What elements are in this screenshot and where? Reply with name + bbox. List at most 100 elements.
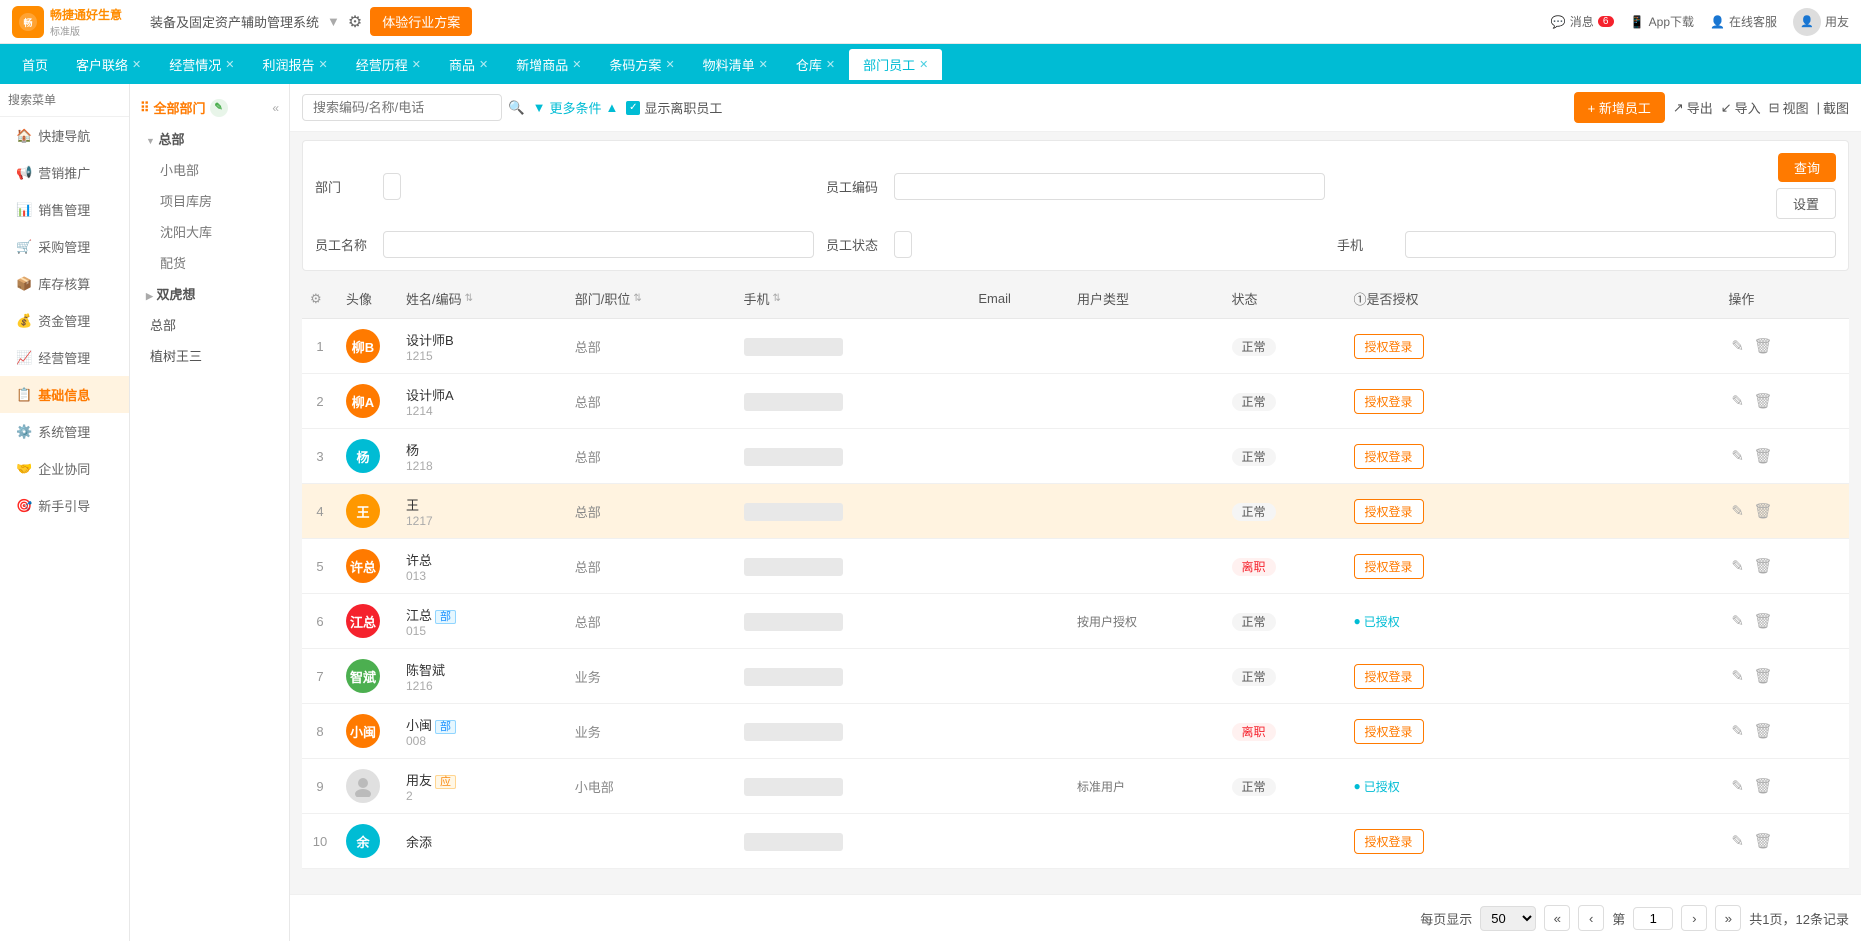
close-icon[interactable]: ✕ bbox=[665, 58, 674, 71]
settings-icon[interactable]: ⚙ bbox=[348, 12, 362, 32]
tab-operation[interactable]: 经营情况 ✕ bbox=[155, 49, 248, 80]
sidebar-item-purchase[interactable]: 🛒 采购管理 bbox=[0, 228, 129, 265]
close-icon[interactable]: ✕ bbox=[572, 58, 581, 71]
dept-group-shuanghuxiang[interactable]: 双虎想 bbox=[130, 278, 289, 309]
next-page-button[interactable]: › bbox=[1681, 905, 1707, 931]
dept-item-xiangmukufang[interactable]: 项目库房 bbox=[130, 185, 289, 216]
delete-icon[interactable]: 🗑 bbox=[1754, 668, 1773, 685]
delete-icon[interactable]: 🗑 bbox=[1754, 778, 1773, 795]
dropdown-icon[interactable]: ▼ bbox=[327, 14, 340, 29]
auth-button[interactable]: 授权登录 bbox=[1354, 664, 1424, 689]
dept-edit-icon[interactable]: ✎ bbox=[210, 99, 228, 117]
close-icon[interactable]: ✕ bbox=[412, 58, 421, 71]
sidebar-item-guide[interactable]: 🎯 新手引导 bbox=[0, 487, 129, 524]
online-service-button[interactable]: 👤 在线客服 bbox=[1710, 13, 1777, 30]
delete-icon[interactable]: 🗑 bbox=[1754, 393, 1773, 410]
tab-barcode[interactable]: 条码方案 ✕ bbox=[595, 49, 688, 80]
dept-filter-select[interactable] bbox=[383, 173, 401, 200]
settings-gear-icon[interactable]: ⚙ bbox=[310, 291, 322, 306]
emp-status-select[interactable] bbox=[894, 231, 912, 258]
delete-icon[interactable]: 🗑 bbox=[1754, 448, 1773, 465]
search-button[interactable]: 🔍 bbox=[508, 100, 525, 116]
dept-group-zongbu[interactable]: 总部 bbox=[130, 123, 289, 154]
sidebar-item-nav[interactable]: 🏠 快捷导航 bbox=[0, 117, 129, 154]
tab-customer[interactable]: 客户联络 ✕ bbox=[62, 49, 155, 80]
close-icon[interactable]: ✕ bbox=[132, 58, 141, 71]
dept-item-xiaodibu[interactable]: 小电部 bbox=[130, 154, 289, 185]
tab-home[interactable]: 首页 bbox=[8, 49, 62, 80]
set-button[interactable]: 设置 bbox=[1776, 188, 1836, 219]
delete-icon[interactable]: 🗑 bbox=[1754, 613, 1773, 630]
phone-sort-icon[interactable]: ⇅ bbox=[773, 293, 781, 304]
tab-profit[interactable]: 利润报告 ✕ bbox=[248, 49, 341, 80]
tab-warehouse[interactable]: 仓库 ✕ bbox=[782, 49, 849, 80]
sidebar-item-inventory[interactable]: 📦 库存核算 bbox=[0, 265, 129, 302]
sidebar-search-input[interactable] bbox=[8, 93, 130, 107]
sidebar-item-sales[interactable]: 📊 销售管理 bbox=[0, 191, 129, 228]
sidebar-item-marketing[interactable]: 📢 营销推广 bbox=[0, 154, 129, 191]
edit-icon[interactable]: ✎ bbox=[1731, 558, 1744, 575]
show-resigned-checkbox[interactable]: ✓ 显示离职员工 bbox=[626, 98, 722, 117]
sidebar-item-finance[interactable]: 💰 资金管理 bbox=[0, 302, 129, 339]
edit-icon[interactable]: ✎ bbox=[1731, 503, 1744, 520]
auth-button[interactable]: 授权登录 bbox=[1354, 554, 1424, 579]
last-page-button[interactable]: » bbox=[1715, 905, 1741, 931]
close-icon[interactable]: ✕ bbox=[759, 58, 768, 71]
auth-button[interactable]: 授权登录 bbox=[1354, 499, 1424, 524]
query-button[interactable]: 查询 bbox=[1778, 153, 1836, 182]
message-button[interactable]: 💬 消息 6 bbox=[1551, 13, 1614, 30]
tab-history[interactable]: 经营历程 ✕ bbox=[342, 49, 435, 80]
sidebar-item-basic[interactable]: 📋 基础信息 bbox=[0, 376, 129, 413]
per-page-select[interactable]: 50 20 100 bbox=[1480, 906, 1536, 931]
export-button[interactable]: ↗ 导出 bbox=[1673, 98, 1713, 117]
more-filter-button[interactable]: ▼ 更多条件 ▲ bbox=[533, 98, 619, 117]
auth-button[interactable]: 授权登录 bbox=[1354, 444, 1424, 469]
trial-button[interactable]: 体验行业方案 bbox=[370, 7, 472, 36]
edit-icon[interactable]: ✎ bbox=[1731, 778, 1744, 795]
edit-icon[interactable]: ✎ bbox=[1731, 613, 1744, 630]
delete-icon[interactable]: 🗑 bbox=[1754, 338, 1773, 355]
tab-bom[interactable]: 物料清单 ✕ bbox=[689, 49, 782, 80]
first-page-button[interactable]: « bbox=[1544, 905, 1570, 931]
delete-icon[interactable]: 🗑 bbox=[1754, 503, 1773, 520]
app-download-button[interactable]: 📱 App下载 bbox=[1630, 13, 1694, 30]
delete-icon[interactable]: 🗑 bbox=[1754, 723, 1773, 740]
emp-name-input[interactable] bbox=[383, 231, 814, 258]
auth-button[interactable]: 授权登录 bbox=[1354, 829, 1424, 854]
auth-button[interactable]: 授权登录 bbox=[1354, 334, 1424, 359]
import-button[interactable]: ↙ 导入 bbox=[1721, 98, 1761, 117]
tab-goods[interactable]: 商品 ✕ bbox=[435, 49, 502, 80]
edit-icon[interactable]: ✎ bbox=[1731, 393, 1744, 410]
edit-icon[interactable]: ✎ bbox=[1731, 338, 1744, 355]
dept-collapse-btn[interactable]: « bbox=[272, 101, 279, 115]
emp-code-input[interactable] bbox=[894, 173, 1325, 200]
sidebar-item-business[interactable]: 📈 经营管理 bbox=[0, 339, 129, 376]
close-icon[interactable]: ✕ bbox=[826, 58, 835, 71]
edit-icon[interactable]: ✎ bbox=[1731, 668, 1744, 685]
auth-button[interactable]: 授权登录 bbox=[1354, 389, 1424, 414]
dept-item-shenyang[interactable]: 沈阳大库 bbox=[130, 216, 289, 247]
sidebar-item-collab[interactable]: 🤝 企业协同 bbox=[0, 450, 129, 487]
prev-page-button[interactable]: ‹ bbox=[1578, 905, 1604, 931]
phone-input[interactable] bbox=[1405, 231, 1836, 258]
close-icon[interactable]: ✕ bbox=[225, 58, 234, 71]
delete-icon[interactable]: 🗑 bbox=[1754, 833, 1773, 850]
page-number-input[interactable] bbox=[1633, 907, 1673, 930]
edit-icon[interactable]: ✎ bbox=[1731, 833, 1744, 850]
tab-new-goods[interactable]: 新增商品 ✕ bbox=[502, 49, 595, 80]
sidebar-item-system[interactable]: ⚙️ 系统管理 bbox=[0, 413, 129, 450]
dept-item-peihuo[interactable]: 配货 bbox=[130, 247, 289, 278]
tab-department[interactable]: 部门员工 ✕ bbox=[849, 49, 942, 80]
print-button[interactable]: | 截图 bbox=[1817, 98, 1849, 117]
add-employee-button[interactable]: + 新增员工 bbox=[1574, 92, 1665, 123]
edit-icon[interactable]: ✎ bbox=[1731, 723, 1744, 740]
close-icon[interactable]: ✕ bbox=[919, 58, 928, 71]
user-area[interactable]: 👤 用友 bbox=[1793, 8, 1849, 36]
dept-item-zhishu[interactable]: 植树王三 bbox=[130, 340, 289, 371]
close-icon[interactable]: ✕ bbox=[479, 58, 488, 71]
close-icon[interactable]: ✕ bbox=[319, 58, 328, 71]
dept-sort-icon[interactable]: ⇅ bbox=[633, 293, 641, 304]
edit-icon[interactable]: ✎ bbox=[1731, 448, 1744, 465]
view-button[interactable]: ⊟ 视图 bbox=[1769, 98, 1809, 117]
auth-button[interactable]: 授权登录 bbox=[1354, 719, 1424, 744]
